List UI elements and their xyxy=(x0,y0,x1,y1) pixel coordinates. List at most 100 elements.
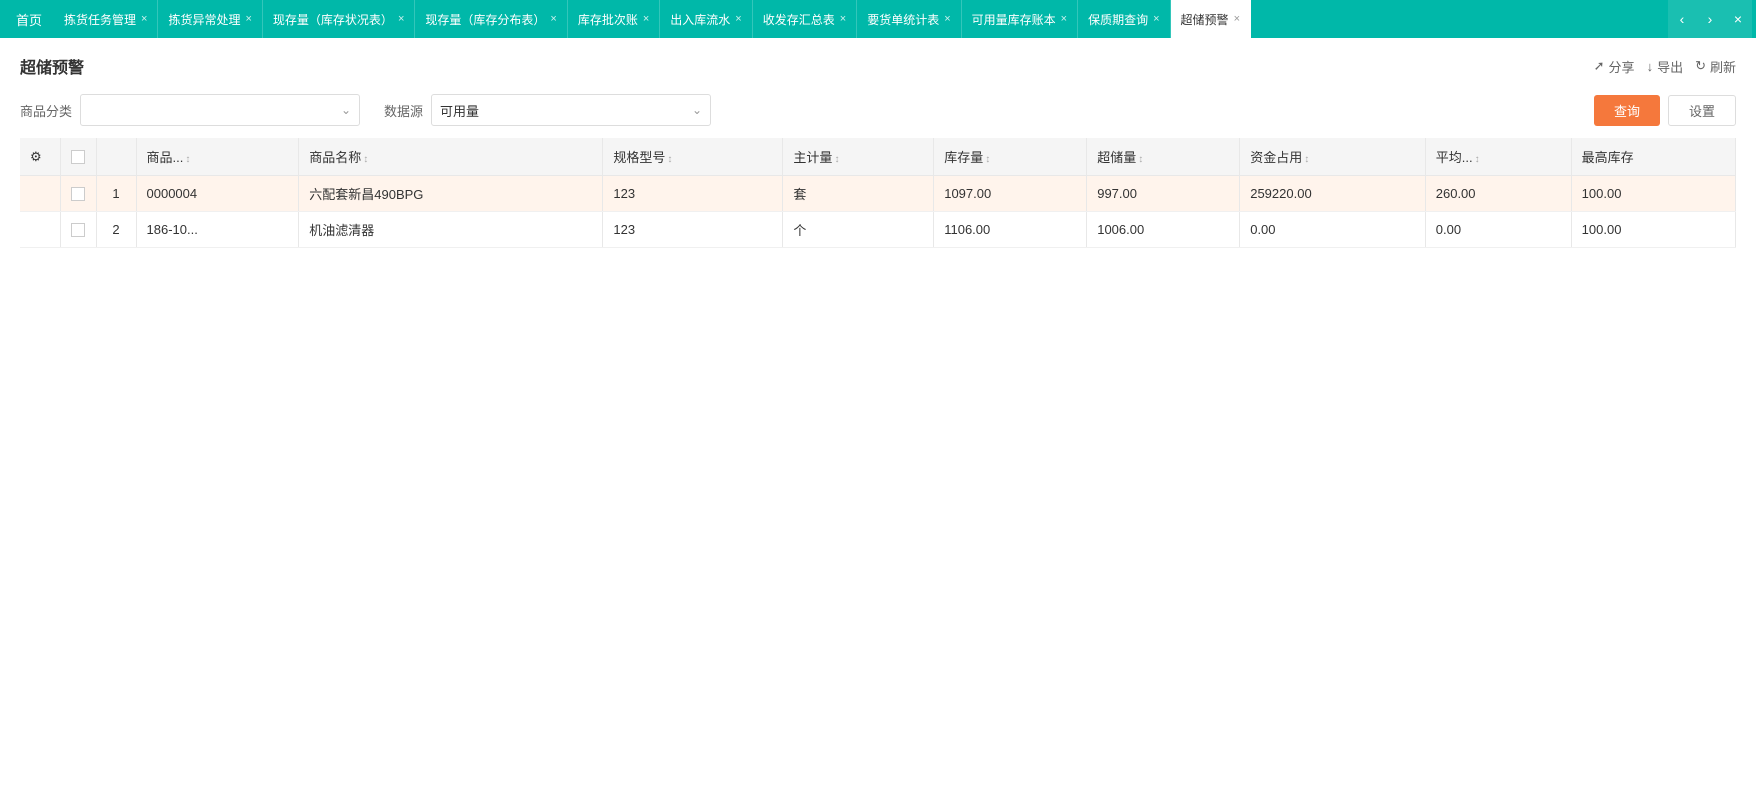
nav-tab-close[interactable]: × xyxy=(1153,13,1159,25)
nav-tab-close[interactable]: × xyxy=(398,13,404,25)
nav-tab-close[interactable]: × xyxy=(245,13,251,25)
nav-tab-9[interactable]: 保质期查询 × xyxy=(1078,0,1170,38)
td-product-name: 六配套新昌490BPG xyxy=(299,176,603,212)
th-spec[interactable]: 规格型号↕ xyxy=(603,138,783,176)
data-table: ⚙ 商品...↕ 商品名称↕ 规格型号↕ 主计量↕ 库存量↕ 超储量↕ 资金占用… xyxy=(20,138,1736,248)
header-actions: ➚ 分享 ↓ 导出 ↻ 刷新 xyxy=(1594,57,1736,76)
th-over-stock[interactable]: 超储量↕ xyxy=(1087,138,1240,176)
nav-tab-label: 出入库流水 xyxy=(670,11,730,28)
settings-button[interactable]: 设置 xyxy=(1668,95,1736,126)
nav-tab-close[interactable]: × xyxy=(550,13,556,25)
td-gear xyxy=(20,212,60,248)
row-checkbox[interactable] xyxy=(71,187,85,201)
nav-tab-close[interactable]: × xyxy=(1061,13,1067,25)
nav-tab-7[interactable]: 要货单统计表 × xyxy=(857,0,961,38)
th-stock[interactable]: 库存量↕ xyxy=(934,138,1087,176)
th-unit[interactable]: 主计量↕ xyxy=(783,138,934,176)
nav-tab-label: 保质期查询 xyxy=(1088,11,1148,28)
nav-home[interactable]: 首页 xyxy=(4,10,54,29)
main-content: 超储预警 ➚ 分享 ↓ 导出 ↻ 刷新 商品分类 ⌄ 数据源 xyxy=(0,38,1756,800)
nav-tab-2[interactable]: 现存量（库存状况表） × xyxy=(263,0,415,38)
nav-tab-label: 可用量库存账本 xyxy=(972,11,1056,28)
th-capital-use[interactable]: 资金占用↕ xyxy=(1240,138,1426,176)
share-icon: ➚ xyxy=(1594,58,1605,74)
td-index: 2 xyxy=(96,212,136,248)
td-over-stock: 997.00 xyxy=(1087,176,1240,212)
td-unit: 套 xyxy=(783,176,934,212)
nav-tab-label: 超储预警 xyxy=(1181,11,1229,28)
query-button[interactable]: 查询 xyxy=(1594,95,1660,126)
datasource-select-value: 可用量 xyxy=(440,101,479,120)
category-select[interactable]: ⌄ xyxy=(80,94,360,126)
export-icon: ↓ xyxy=(1647,59,1654,74)
nav-tab-label: 拣货任务管理 xyxy=(64,11,136,28)
nav-tab-close[interactable]: × xyxy=(944,13,950,25)
nav-tab-label: 现存量（库存状况表） xyxy=(273,11,393,28)
nav-arrows: ‹ › × xyxy=(1668,0,1752,38)
td-index: 1 xyxy=(96,176,136,212)
td-stock: 1106.00 xyxy=(934,212,1087,248)
td-product-name: 机油滤清器 xyxy=(299,212,603,248)
nav-tab-label: 库存批次账 xyxy=(578,11,638,28)
nav-close-button[interactable]: × xyxy=(1724,0,1752,38)
nav-tab-label: 现存量（库存分布表） xyxy=(425,11,545,28)
export-button[interactable]: ↓ 导出 xyxy=(1647,57,1684,76)
filter-row: 商品分类 ⌄ 数据源 可用量 ⌄ 查询 设置 xyxy=(20,94,1736,126)
nav-tab-3[interactable]: 现存量（库存分布表） × xyxy=(415,0,567,38)
nav-tab-label: 拣货异常处理 xyxy=(168,11,240,28)
td-avg: 260.00 xyxy=(1425,176,1571,212)
nav-tab-5[interactable]: 出入库流水 × xyxy=(660,0,752,38)
nav-tab-close[interactable]: × xyxy=(141,13,147,25)
nav-tab-close[interactable]: × xyxy=(643,13,649,25)
nav-tab-label: 收发存汇总表 xyxy=(763,11,835,28)
td-checkbox[interactable] xyxy=(60,176,96,212)
refresh-button[interactable]: ↻ 刷新 xyxy=(1695,57,1736,76)
table-row: 2 186-10... 机油滤清器 123 个 1106.00 1006.00 … xyxy=(20,212,1736,248)
nav-tab-10[interactable]: 超储预警 × xyxy=(1171,0,1251,38)
datasource-select[interactable]: 可用量 ⌄ xyxy=(431,94,711,126)
td-stock: 1097.00 xyxy=(934,176,1087,212)
datasource-filter-group: 数据源 可用量 ⌄ xyxy=(384,94,711,126)
td-spec: 123 xyxy=(603,176,783,212)
th-product-code[interactable]: 商品...↕ xyxy=(136,138,299,176)
td-spec: 123 xyxy=(603,212,783,248)
th-max-stock[interactable]: 最高库存 xyxy=(1571,138,1735,176)
category-filter-label: 商品分类 xyxy=(20,101,72,120)
th-avg[interactable]: 平均...↕ xyxy=(1425,138,1571,176)
th-checkbox[interactable] xyxy=(60,138,96,176)
td-over-stock: 1006.00 xyxy=(1087,212,1240,248)
category-filter-group: 商品分类 ⌄ xyxy=(20,94,360,126)
page-title: 超储预警 xyxy=(20,54,84,78)
nav-tab-6[interactable]: 收发存汇总表 × xyxy=(753,0,857,38)
table-header-row: ⚙ 商品...↕ 商品名称↕ 规格型号↕ 主计量↕ 库存量↕ 超储量↕ 资金占用… xyxy=(20,138,1736,176)
page-header: 超储预警 ➚ 分享 ↓ 导出 ↻ 刷新 xyxy=(20,54,1736,78)
td-avg: 0.00 xyxy=(1425,212,1571,248)
th-product-name[interactable]: 商品名称↕ xyxy=(299,138,603,176)
nav-tab-close[interactable]: × xyxy=(1234,13,1240,25)
nav-tab-1[interactable]: 拣货异常处理 × xyxy=(158,0,262,38)
td-capital-use: 0.00 xyxy=(1240,212,1426,248)
nav-tab-4[interactable]: 库存批次账 × xyxy=(568,0,660,38)
category-chevron-icon: ⌄ xyxy=(341,103,351,117)
nav-tab-label: 要货单统计表 xyxy=(867,11,939,28)
th-index xyxy=(96,138,136,176)
td-max-stock: 100.00 xyxy=(1571,176,1735,212)
top-nav: 首页 拣货任务管理×拣货异常处理×现存量（库存状况表）×现存量（库存分布表）×库… xyxy=(0,0,1756,38)
nav-prev-button[interactable]: ‹ xyxy=(1668,0,1696,38)
th-gear[interactable]: ⚙ xyxy=(20,138,60,176)
td-product-code: 0000004 xyxy=(136,176,299,212)
share-button[interactable]: ➚ 分享 xyxy=(1594,57,1635,76)
refresh-icon: ↻ xyxy=(1695,58,1706,74)
nav-next-button[interactable]: › xyxy=(1696,0,1724,38)
nav-tab-8[interactable]: 可用量库存账本 × xyxy=(962,0,1078,38)
nav-tab-close[interactable]: × xyxy=(735,13,741,25)
datasource-chevron-icon: ⌄ xyxy=(692,103,702,117)
td-checkbox[interactable] xyxy=(60,212,96,248)
td-unit: 个 xyxy=(783,212,934,248)
row-checkbox[interactable] xyxy=(71,223,85,237)
td-max-stock: 100.00 xyxy=(1571,212,1735,248)
td-gear xyxy=(20,176,60,212)
nav-tab-close[interactable]: × xyxy=(840,13,846,25)
header-checkbox[interactable] xyxy=(71,150,85,164)
nav-tab-0[interactable]: 拣货任务管理 × xyxy=(54,0,158,38)
